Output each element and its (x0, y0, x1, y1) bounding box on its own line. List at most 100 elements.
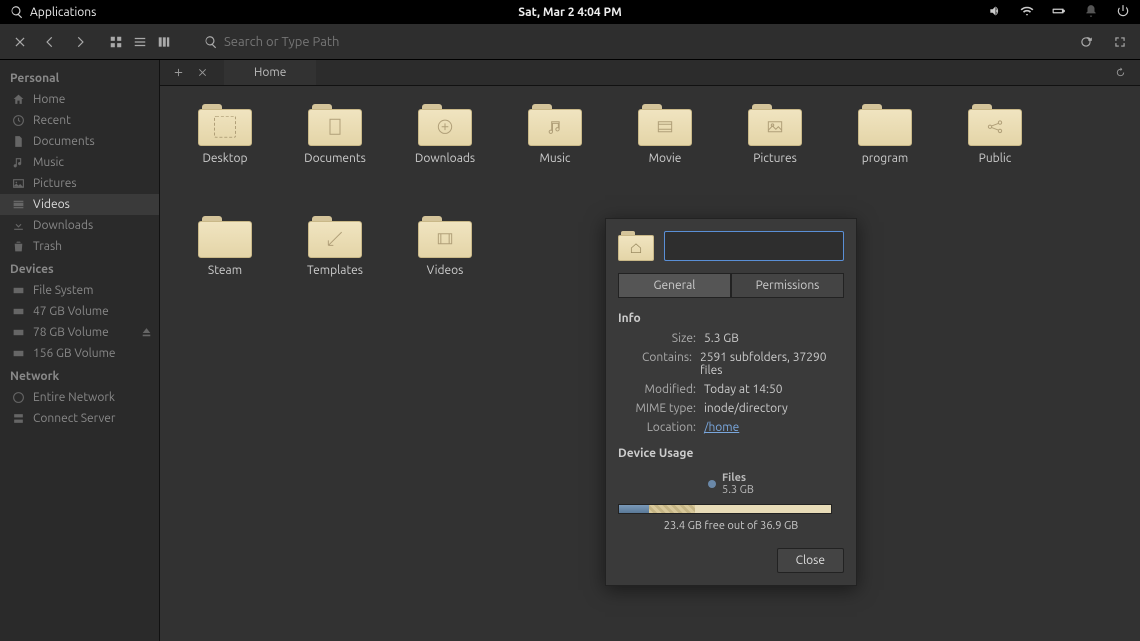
clock[interactable]: Sat, Mar 2 4:04 PM (518, 6, 622, 19)
mime-label: MIME type: (618, 402, 696, 415)
sidebar-item-home[interactable]: Home (0, 89, 159, 110)
picture-icon (12, 177, 25, 190)
folder-steam[interactable]: Steam (170, 216, 280, 328)
close-tab-button[interactable] (190, 61, 214, 85)
folder-documents[interactable]: Documents (280, 104, 390, 216)
folder-label: Pictures (753, 152, 797, 165)
sidebar-item-label: Connect Server (33, 412, 115, 425)
folder-desktop[interactable]: Desktop (170, 104, 280, 216)
sidebar: Personal Home Recent Documents Music Pic… (0, 60, 160, 641)
sidebar-item-label: Documents (33, 135, 95, 148)
fullscreen-button[interactable] (1110, 32, 1130, 52)
folder-program[interactable]: program (830, 104, 940, 216)
legend-value: 5.3 GB (722, 484, 754, 496)
sidebar-section-network: Network (0, 364, 159, 387)
wifi-icon[interactable] (1020, 4, 1034, 21)
sidebar-item-volume-78[interactable]: 78 GB Volume (0, 322, 159, 343)
legend-label: Files (722, 472, 754, 484)
sidebar-item-volume-47[interactable]: 47 GB Volume (0, 301, 159, 322)
column-view-button[interactable] (154, 32, 174, 52)
size-value: 5.3 GB (704, 332, 739, 345)
tab-label: Home (254, 66, 286, 79)
battery-icon[interactable] (1052, 4, 1066, 21)
folder-downloads[interactable]: Downloads (390, 104, 500, 216)
main-area: Home Desktop Documents Downloads Music M… (160, 60, 1140, 641)
sidebar-item-label: Downloads (33, 219, 93, 232)
history-button[interactable] (1108, 61, 1132, 85)
eject-icon[interactable] (140, 326, 153, 339)
modified-value: Today at 14:50 (704, 383, 782, 396)
drive-icon (12, 284, 25, 297)
sidebar-item-videos[interactable]: Videos (0, 194, 159, 215)
folder-public[interactable]: Public (940, 104, 1050, 216)
sidebar-item-label: 156 GB Volume (33, 347, 116, 360)
sidebar-item-volume-156[interactable]: 156 GB Volume (0, 343, 159, 364)
music-icon (12, 156, 25, 169)
list-view-button[interactable] (130, 32, 150, 52)
applications-menu[interactable]: Applications (10, 5, 96, 19)
folder-pictures[interactable]: Pictures (720, 104, 830, 216)
folder-label: Desktop (202, 152, 247, 165)
folder-label: Documents (304, 152, 366, 165)
sidebar-item-label: Pictures (33, 177, 77, 190)
sidebar-item-recent[interactable]: Recent (0, 110, 159, 131)
refresh-button[interactable] (1076, 32, 1096, 52)
sidebar-item-music[interactable]: Music (0, 152, 159, 173)
sidebar-item-label: 78 GB Volume (33, 326, 109, 339)
folder-label: Downloads (415, 152, 475, 165)
tab-bar: Home (160, 60, 1140, 86)
close-window-button[interactable] (10, 32, 30, 52)
sidebar-item-trash[interactable]: Trash (0, 236, 159, 257)
folder-label: Steam (208, 264, 242, 277)
power-icon[interactable] (1116, 4, 1130, 21)
forward-button[interactable] (70, 32, 90, 52)
modified-label: Modified: (618, 383, 696, 396)
search-input[interactable] (224, 35, 424, 49)
tab-general[interactable]: General (618, 273, 731, 298)
sidebar-item-label: 47 GB Volume (33, 305, 109, 318)
properties-dialog: General Permissions Info Size:5.3 GB Con… (605, 218, 857, 586)
sidebar-item-connect-server[interactable]: Connect Server (0, 408, 159, 429)
drive-icon (12, 305, 25, 318)
sidebar-item-label: Home (33, 93, 65, 106)
sidebar-section-personal: Personal (0, 66, 159, 89)
sidebar-item-network[interactable]: Entire Network (0, 387, 159, 408)
trash-icon (12, 240, 25, 253)
download-icon (12, 219, 25, 232)
clock-icon (12, 114, 25, 127)
volume-icon[interactable] (988, 4, 1002, 21)
sidebar-item-filesystem[interactable]: File System (0, 280, 159, 301)
top-panel: Applications Sat, Mar 2 4:04 PM (0, 0, 1140, 24)
tab-home[interactable]: Home (224, 60, 316, 85)
video-icon (12, 198, 25, 211)
dialog-folder-icon (618, 231, 654, 261)
folder-label: Music (540, 152, 571, 165)
sidebar-item-documents[interactable]: Documents (0, 131, 159, 152)
folder-templates[interactable]: Templates (280, 216, 390, 328)
notifications-icon[interactable] (1084, 4, 1098, 21)
sidebar-item-label: Videos (33, 198, 70, 211)
sidebar-section-devices: Devices (0, 257, 159, 280)
sidebar-item-pictures[interactable]: Pictures (0, 173, 159, 194)
info-header: Info (606, 308, 856, 329)
free-space-text: 23.4 GB free out of 36.9 GB (606, 516, 856, 540)
back-button[interactable] (40, 32, 60, 52)
new-tab-button[interactable] (166, 61, 190, 85)
icon-view-button[interactable] (106, 32, 126, 52)
sidebar-item-label: Recent (33, 114, 71, 127)
folder-label: Videos (427, 264, 464, 277)
close-button[interactable]: Close (777, 548, 844, 573)
tab-permissions[interactable]: Permissions (731, 273, 844, 298)
search-field[interactable] (204, 35, 424, 49)
server-icon (12, 412, 25, 425)
folder-movie[interactable]: Movie (610, 104, 720, 216)
folder-label: Templates (307, 264, 363, 277)
folder-music[interactable]: Music (500, 104, 610, 216)
sidebar-item-label: Trash (33, 240, 62, 253)
search-icon (10, 5, 24, 19)
location-link[interactable]: /home (704, 421, 739, 434)
folder-name-input[interactable] (664, 231, 844, 261)
window-toolbar (0, 24, 1140, 60)
folder-videos[interactable]: Videos (390, 216, 500, 328)
sidebar-item-downloads[interactable]: Downloads (0, 215, 159, 236)
